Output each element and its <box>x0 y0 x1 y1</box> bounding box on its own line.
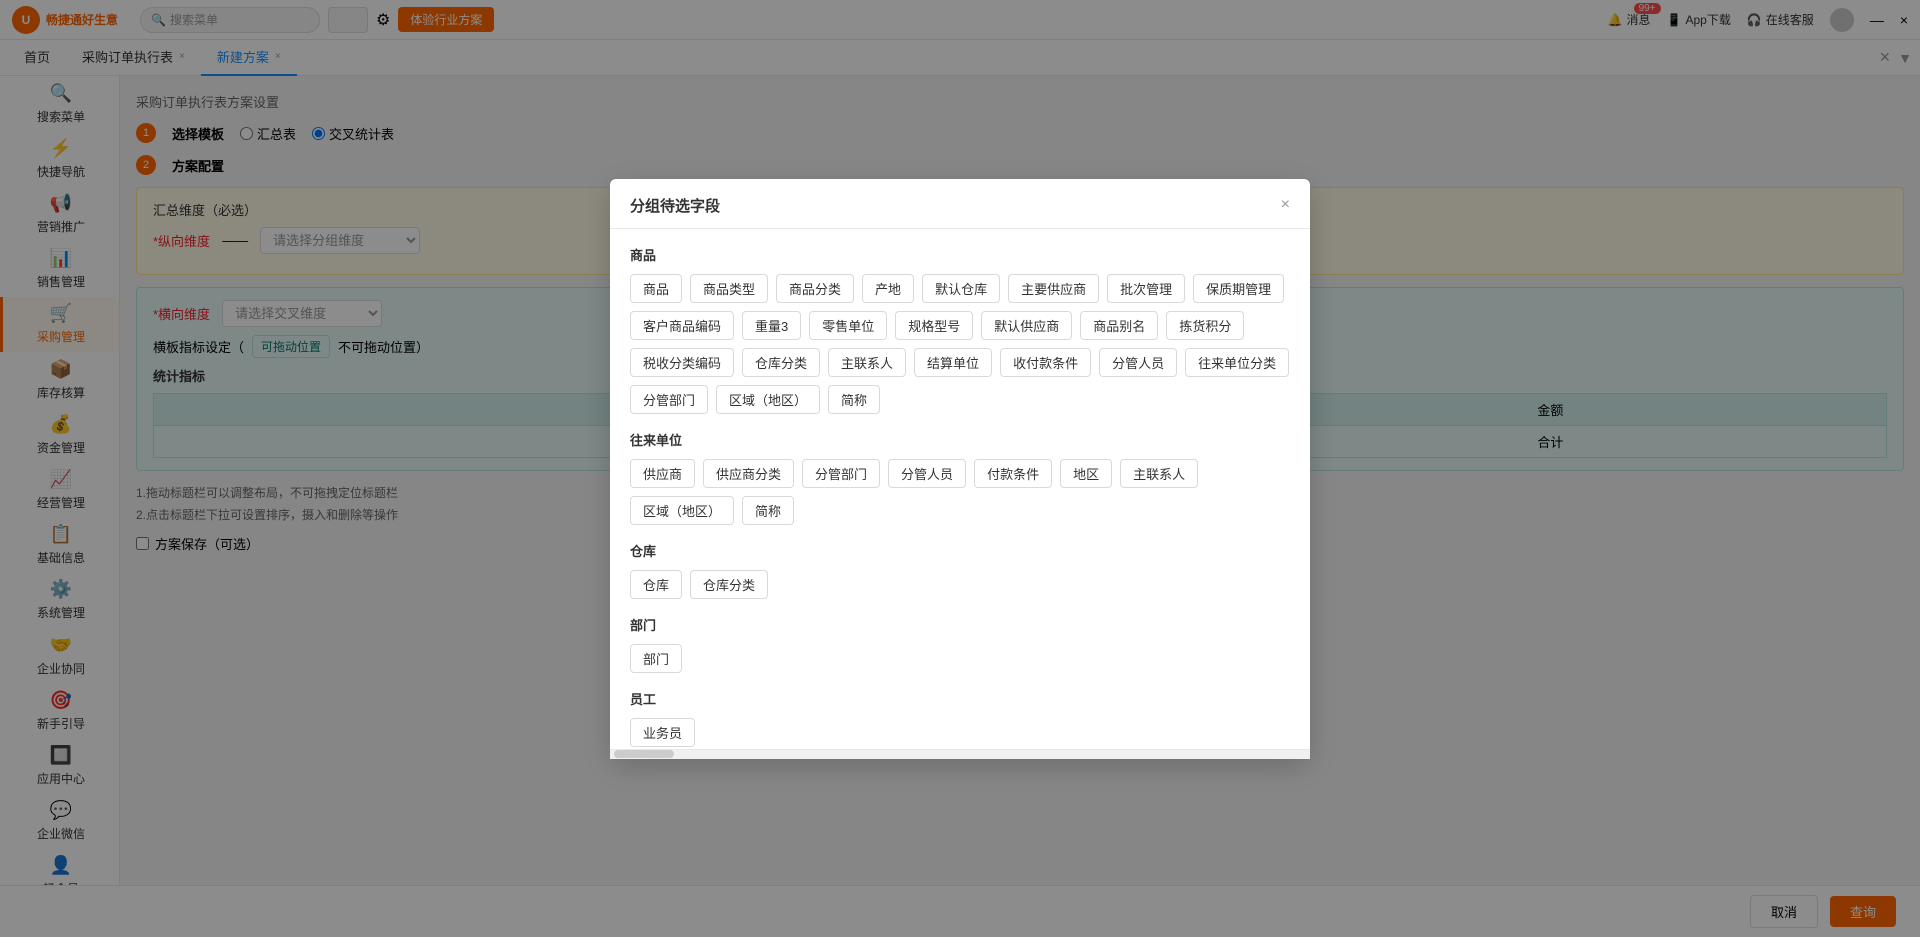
field-tag-规格型号[interactable]: 规格型号 <box>895 311 973 340</box>
field-tag-分管人员[interactable]: 分管人员 <box>1099 348 1177 377</box>
field-tag-仓库[interactable]: 仓库 <box>630 570 682 599</box>
field-tag-仓库分类[interactable]: 仓库分类 <box>690 570 768 599</box>
field-tag-商品别名[interactable]: 商品别名 <box>1080 311 1158 340</box>
modal-header: 分组待选字段 × <box>610 179 1310 229</box>
field-tag-默认供应商[interactable]: 默认供应商 <box>981 311 1072 340</box>
field-tag-拣货积分[interactable]: 拣货积分 <box>1166 311 1244 340</box>
field-tag-商品类型[interactable]: 商品类型 <box>690 274 768 303</box>
modal-section-title-warehouse: 仓库 <box>630 541 1290 560</box>
field-tag-产地[interactable]: 产地 <box>862 274 914 303</box>
field-tag-往来单位分类[interactable]: 往来单位分类 <box>1185 348 1289 377</box>
field-tag-简称[interactable]: 简称 <box>828 385 880 414</box>
field-tag-地区[interactable]: 地区 <box>1060 459 1112 488</box>
modal-section-fields-warehouse: 仓库仓库分类 <box>630 570 1290 599</box>
modal-section-title-goods: 商品 <box>630 245 1290 264</box>
modal-scrollbar-horizontal[interactable] <box>610 749 1310 758</box>
scrollbar-thumb <box>614 750 674 758</box>
field-tag-区域（地区）[interactable]: 区域（地区） <box>716 385 820 414</box>
field-tag-业务员[interactable]: 业务员 <box>630 718 695 747</box>
modal-section-title-partner: 往来单位 <box>630 430 1290 449</box>
field-tag-零售单位[interactable]: 零售单位 <box>809 311 887 340</box>
modal-section-fields-goods: 商品商品类型商品分类产地默认仓库主要供应商批次管理保质期管理客户商品编码重量3 零… <box>630 274 1290 414</box>
modal: 分组待选字段 × 商品商品商品类型商品分类产地默认仓库主要供应商批次管理保质期管… <box>610 179 1310 759</box>
field-tag-供应商[interactable]: 供应商 <box>630 459 695 488</box>
field-tag-部门[interactable]: 部门 <box>630 644 682 673</box>
modal-section-title-employee: 员工 <box>630 689 1290 708</box>
field-tag-默认仓库[interactable]: 默认仓库 <box>922 274 1000 303</box>
field-tag-主联系人[interactable]: 主联系人 <box>828 348 906 377</box>
field-tag-客户商品编码[interactable]: 客户商品编码 <box>630 311 734 340</box>
field-tag-重量3[interactable]: 重量3 <box>742 311 801 340</box>
modal-section-fields-employee: 业务员 <box>630 718 1290 747</box>
field-tag-分管人员[interactable]: 分管人员 <box>888 459 966 488</box>
modal-body[interactable]: 商品商品商品类型商品分类产地默认仓库主要供应商批次管理保质期管理客户商品编码重量… <box>610 229 1310 750</box>
modal-section-title-department: 部门 <box>630 615 1290 634</box>
field-tag-区域（地区）[interactable]: 区域（地区） <box>630 496 734 525</box>
field-tag-简称[interactable]: 简称 <box>742 496 794 525</box>
field-tag-批次管理[interactable]: 批次管理 <box>1107 274 1185 303</box>
field-tag-仓库分类[interactable]: 仓库分类 <box>742 348 820 377</box>
field-tag-税收分类编码[interactable]: 税收分类编码 <box>630 348 734 377</box>
field-tag-主联系人[interactable]: 主联系人 <box>1120 459 1198 488</box>
modal-close-icon[interactable]: × <box>1281 196 1290 214</box>
field-tag-主要供应商[interactable]: 主要供应商 <box>1008 274 1099 303</box>
field-tag-供应商分类[interactable]: 供应商分类 <box>703 459 794 488</box>
field-tag-商品[interactable]: 商品 <box>630 274 682 303</box>
field-tag-结算单位[interactable]: 结算单位 <box>914 348 992 377</box>
field-tag-分管部门[interactable]: 分管部门 <box>630 385 708 414</box>
modal-section-fields-partner: 供应商供应商分类分管部门分管人员付款条件地区主联系人区域（地区） 简称 <box>630 459 1290 525</box>
field-tag-商品分类[interactable]: 商品分类 <box>776 274 854 303</box>
field-tag-保质期管理[interactable]: 保质期管理 <box>1193 274 1284 303</box>
modal-section-fields-department: 部门 <box>630 644 1290 673</box>
field-tag-付款条件[interactable]: 付款条件 <box>974 459 1052 488</box>
field-tag-分管部门[interactable]: 分管部门 <box>802 459 880 488</box>
modal-title: 分组待选字段 <box>630 195 720 216</box>
field-tag-收付款条件[interactable]: 收付款条件 <box>1000 348 1091 377</box>
modal-overlay: 分组待选字段 × 商品商品商品类型商品分类产地默认仓库主要供应商批次管理保质期管… <box>0 0 1920 937</box>
